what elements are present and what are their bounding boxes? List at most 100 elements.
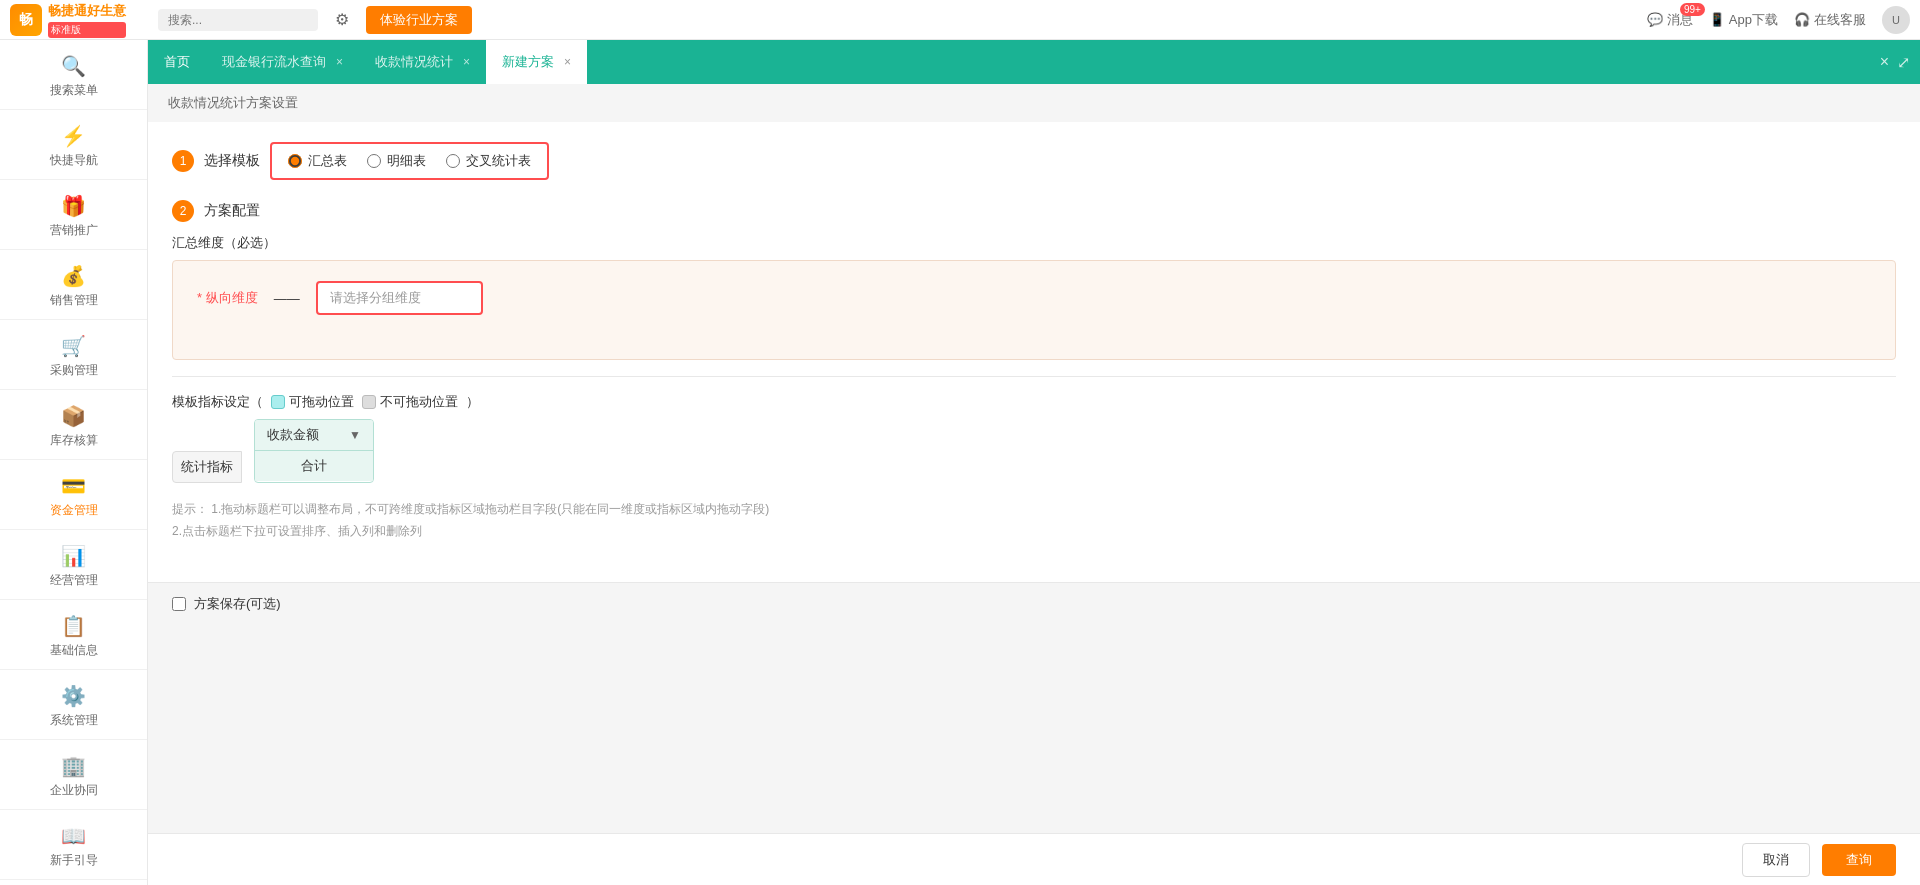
tab-new-plan-label: 新建方案 [502,53,554,71]
settings-icon[interactable]: ⚙ [328,6,356,34]
tab-home[interactable]: 首页 [148,40,206,84]
stat-header-label: 收款金额 [267,426,319,444]
logo-area: 畅 畅捷通好生意 标准版 [10,2,158,38]
section2-header: 2 方案配置 [172,200,1896,222]
movable-color-block [271,395,285,409]
dimension-select[interactable]: 请选择分组维度 [316,281,483,315]
section1-label: 选择模板 [204,152,260,170]
movable-label: 可拖动位置 [289,393,354,411]
radio-summary-input[interactable] [288,154,302,168]
sidebar-item-quick-nav[interactable]: ⚡ 快捷导航 [0,110,147,180]
sidebar-item-system[interactable]: ⚙️ 系统管理 [0,670,147,740]
unmovable-indicator: 不可拖动位置 [362,393,458,411]
top-right: 💬 消息 99+ 📱 App下载 🎧 在线客服 U [1647,6,1910,34]
sidebar-item-enterprise[interactable]: 🏢 企业协同 [0,740,147,810]
sidebar-item-smart-hw[interactable]: 🖥️ 智能硬件 [0,880,147,885]
template-options-box: 汇总表 明细表 交叉统计表 [270,142,549,180]
maximize-window-icon[interactable]: ⤢ [1897,53,1910,72]
page-header: 收款情况统计方案设置 [148,84,1920,122]
tab-receipt-stat[interactable]: 收款情况统计 × [359,40,486,84]
search-menu-icon: 🔍 [61,54,86,78]
section-divider [172,376,1896,377]
sidebar-item-purchase[interactable]: 🛒 采购管理 [0,320,147,390]
breadcrumb: 收款情况统计方案设置 [168,95,298,110]
stat-table-body: 合计 [255,451,373,481]
trial-button[interactable]: 体验行业方案 [366,6,472,34]
top-search-input[interactable] [158,9,318,31]
query-button[interactable]: 查询 [1822,844,1896,876]
sidebar-item-guide[interactable]: 📖 新手引导 [0,810,147,880]
sidebar-item-label: 新手引导 [50,852,98,869]
tab-bank-flow-label: 现金银行流水查询 [222,53,326,71]
top-nav: ⚙ 体验行业方案 [158,6,1647,34]
page-body: 1 选择模板 汇总表 明细表 交叉统计表 [148,122,1920,582]
finance-icon: 💳 [61,474,86,498]
sidebar-item-finance[interactable]: 💳 资金管理 [0,460,147,530]
basic-info-icon: 📋 [61,614,86,638]
sidebar-item-label: 企业协同 [50,782,98,799]
sales-icon: 💰 [61,264,86,288]
sidebar-item-sales[interactable]: 💰 销售管理 [0,250,147,320]
section1-num: 1 [172,150,194,172]
sidebar-item-label: 库存核算 [50,432,98,449]
sidebar-item-label: 基础信息 [50,642,98,659]
tab-receipt-stat-close[interactable]: × [463,55,470,69]
tab-home-label: 首页 [164,53,190,71]
radio-cross[interactable]: 交叉统计表 [446,152,531,170]
metrics-label-row: 模板指标设定（ 可拖动位置 不可拖动位置 ） [172,393,1896,411]
download-button[interactable]: 📱 App下载 [1709,11,1778,29]
tab-new-plan-close[interactable]: × [564,55,571,69]
radio-detail-input[interactable] [367,154,381,168]
sidebar-item-search-menu[interactable]: 🔍 搜索菜单 [0,40,147,110]
config-area: * 纵向维度 —— 请选择分组维度 [172,260,1896,360]
dimension-select-placeholder: 请选择分组维度 [330,290,421,305]
tip-2: 2.点击标题栏下拉可设置排序、插入列和删除列 [172,521,1896,543]
footer-bar: 取消 查询 [148,833,1920,885]
radio-summary[interactable]: 汇总表 [288,152,347,170]
tab-new-plan[interactable]: 新建方案 × [486,40,587,84]
section1-template: 1 选择模板 汇总表 明细表 交叉统计表 [172,142,1896,180]
sidebar-item-basic-info[interactable]: 📋 基础信息 [0,600,147,670]
operations-icon: 📊 [61,544,86,568]
stat-table: 收款金额 ▼ 合计 [254,419,374,483]
user-avatar[interactable]: U [1882,6,1910,34]
radio-detail-label: 明细表 [387,152,426,170]
enterprise-icon: 🏢 [61,754,86,778]
radio-cross-input[interactable] [446,154,460,168]
inventory-icon: 📦 [61,404,86,428]
purchase-icon: 🛒 [61,334,86,358]
metrics-label-end: ） [466,393,479,411]
close-window-icon[interactable]: × [1880,53,1889,71]
system-icon: ⚙️ [61,684,86,708]
section2-config: 2 方案配置 汇总维度（必选） * 纵向维度 —— 请选择分组维度 [172,200,1896,542]
quick-nav-icon: ⚡ [61,124,86,148]
sidebar-item-marketing[interactable]: 🎁 营销推广 [0,180,147,250]
unmovable-label: 不可拖动位置 [380,393,458,411]
dimension-area-title: 汇总维度（必选） [172,234,1896,252]
tab-bank-flow-close[interactable]: × [336,55,343,69]
guide-icon: 📖 [61,824,86,848]
sidebar-item-operations[interactable]: 📊 经营管理 [0,530,147,600]
tab-bank-flow[interactable]: 现金银行流水查询 × [206,40,359,84]
save-area: 方案保存(可选) [148,582,1920,625]
tips-area: 提示： 1.拖动标题栏可以调整布局，不可跨维度或指标区域拖动栏目字段(只能在同一… [172,499,1896,542]
message-button[interactable]: 💬 消息 99+ [1647,11,1693,29]
marketing-icon: 🎁 [61,194,86,218]
dimension-row: * 纵向维度 —— 请选择分组维度 [197,281,1871,315]
stat-tables-container: 统计指标 收款金额 ▼ 合计 [172,419,1896,483]
movable-indicator: 可拖动位置 [271,393,354,411]
radio-detail[interactable]: 明细表 [367,152,426,170]
service-label: 在线客服 [1814,11,1866,29]
save-checkbox[interactable] [172,597,186,611]
section2-num: 2 [172,200,194,222]
message-icon: 💬 [1647,12,1663,27]
sidebar-item-label: 系统管理 [50,712,98,729]
sidebar-item-inventory[interactable]: 📦 库存核算 [0,390,147,460]
stat-table-header[interactable]: 收款金额 ▼ [255,420,373,451]
stat-category-label: 统计指标 [172,451,242,483]
service-button[interactable]: 🎧 在线客服 [1794,11,1866,29]
cancel-button[interactable]: 取消 [1742,843,1810,877]
sidebar: 🔍 搜索菜单 ⚡ 快捷导航 🎁 营销推广 💰 销售管理 🛒 采购管理 📦 库存核… [0,40,148,885]
stat-chevron-icon: ▼ [349,428,361,442]
radio-cross-label: 交叉统计表 [466,152,531,170]
